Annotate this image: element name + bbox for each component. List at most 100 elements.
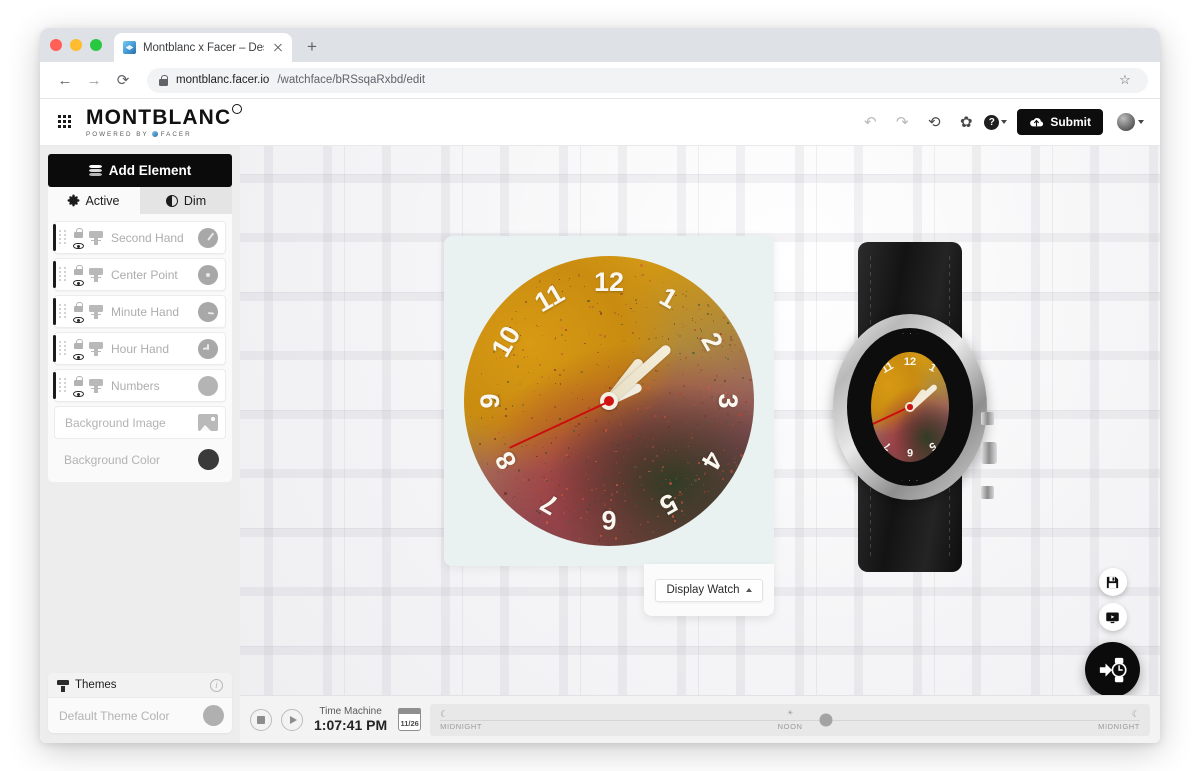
eye-icon	[73, 279, 84, 286]
settings-gear-icon[interactable]: ✿	[952, 108, 980, 136]
time-slider[interactable]: ☾ MIDNIGHT ☀ NOON ☾ MIDNIGHT	[430, 703, 1150, 736]
browser-tab[interactable]: Montblanc x Facer – Design Con	[114, 33, 292, 62]
layer-list: Second Hand Center Point Minute Hand Hou…	[48, 214, 232, 482]
drag-handle-icon[interactable]	[59, 377, 67, 394]
minimize-window-button[interactable]	[70, 39, 82, 51]
calendar-button[interactable]: 11/26	[398, 708, 422, 731]
brand-subtitle: POWERED BY FACER	[86, 131, 242, 138]
lock-icon	[74, 227, 83, 238]
tab-dim[interactable]: Dim	[140, 187, 232, 214]
background-image-row[interactable]: Background Image	[54, 406, 226, 439]
slider-handle[interactable]	[819, 713, 833, 726]
time-machine-label: Time Machine	[319, 705, 382, 717]
submit-button[interactable]: Submit	[1017, 109, 1103, 135]
color-swatch[interactable]	[198, 449, 219, 470]
layer-row-center-point[interactable]: Center Point	[53, 258, 226, 291]
facer-logo-icon	[151, 131, 158, 137]
layer-row-minute-hand[interactable]: Minute Hand	[53, 295, 226, 328]
lock-visibility-group[interactable]	[71, 264, 86, 286]
stop-button[interactable]	[250, 708, 272, 731]
eye-icon	[73, 390, 84, 397]
layer-mode-tabs: Active Dim	[48, 187, 232, 214]
new-tab-button[interactable]: +	[298, 33, 326, 61]
lock-icon	[74, 301, 83, 312]
forward-icon[interactable]: →	[81, 67, 107, 93]
sync-to-watch-button[interactable]	[1085, 642, 1140, 697]
brand-sub-pre: POWERED BY	[86, 130, 149, 138]
watch-pusher-top	[981, 412, 994, 425]
address-bar[interactable]: montblanc.facer.io/watchface/bRSsqaRxbd/…	[147, 67, 1148, 93]
redo-icon[interactable]: ↷	[888, 108, 916, 136]
watchface-preview[interactable]: 12 1 2 3 4 5 6 7 8 9 10 11	[464, 256, 754, 546]
save-icon	[1106, 576, 1119, 588]
time-machine-readout: Time Machine 1:07:41 PM	[314, 706, 387, 734]
default-theme-color-row[interactable]: Default Theme Color	[48, 698, 232, 733]
layer-label: Numbers	[111, 378, 160, 393]
app-body: Add Element Active Dim Second Hand Cente…	[40, 146, 1160, 743]
drag-handle-icon[interactable]	[59, 303, 67, 320]
layer-row-hour-hand[interactable]: Hour Hand	[53, 332, 226, 365]
background-color-row[interactable]: Background Color	[54, 443, 226, 476]
drag-handle-icon[interactable]	[59, 229, 67, 246]
theme-brush-icon	[89, 378, 103, 393]
apps-grid-icon[interactable]	[58, 115, 72, 129]
avatar	[1117, 113, 1135, 131]
lock-visibility-group[interactable]	[71, 338, 86, 360]
moon-icon-left: ☾	[440, 708, 449, 719]
display-watch-button[interactable]: Display Watch	[655, 578, 763, 602]
save-button[interactable]	[1098, 568, 1127, 596]
history-icon[interactable]: ⟲	[920, 108, 948, 136]
play-button[interactable]	[281, 708, 303, 731]
undo-icon[interactable]: ↶	[856, 108, 884, 136]
info-icon[interactable]: i	[210, 678, 223, 692]
time-machine-bar: Time Machine 1:07:41 PM 11/26 ☾ MIDNIGHT…	[240, 695, 1160, 743]
watchface-editor-card[interactable]: 12 1 2 3 4 5 6 7 8 9 10 11	[444, 236, 774, 566]
reload-icon[interactable]: ⟳	[110, 67, 136, 93]
sync-watch-icon	[1099, 657, 1127, 682]
design-canvas[interactable]: 121234567891011 Display Watch	[240, 146, 1160, 743]
favicon-icon	[123, 41, 136, 54]
lock-visibility-group[interactable]	[71, 375, 86, 397]
themes-title: Themes	[75, 679, 117, 691]
default-theme-swatch[interactable]	[203, 705, 224, 726]
lock-icon	[74, 338, 83, 349]
tab-active-label: Active	[85, 193, 120, 208]
slider-label-left: MIDNIGHT	[440, 721, 483, 731]
watch-render-preview[interactable]: 121234567891011	[827, 242, 997, 572]
theme-brush-icon	[89, 341, 103, 356]
drag-handle-icon[interactable]	[59, 266, 67, 283]
chevron-down-icon	[1138, 120, 1144, 124]
account-menu[interactable]	[1117, 113, 1144, 131]
bookmark-star-icon[interactable]: ☆	[1114, 69, 1136, 91]
maximize-window-button[interactable]	[90, 39, 102, 51]
time-machine-time: 1:07:41 PM	[314, 717, 388, 734]
add-element-button[interactable]: Add Element	[48, 154, 232, 187]
layer-label: Center Point	[111, 267, 178, 282]
chevron-up-icon	[745, 588, 752, 592]
layer-row-numbers[interactable]: Numbers	[53, 369, 226, 402]
back-icon[interactable]: ←	[52, 67, 78, 93]
lock-visibility-group[interactable]	[71, 301, 86, 323]
app-header: MONTBLANC POWERED BY FACER ↶ ↷ ⟲ ✿ ? Sub	[40, 99, 1160, 146]
browser-toolbar: ← → ⟳ montblanc.facer.io/watchface/bRSsq…	[40, 62, 1160, 99]
display-watch-label: Display Watch	[666, 584, 740, 596]
calendar-date: 11/26	[400, 718, 419, 728]
drag-handle-icon[interactable]	[59, 340, 67, 357]
watch-pusher-bottom	[981, 486, 994, 499]
close-tab-icon[interactable]	[271, 41, 285, 55]
lock-icon	[159, 74, 168, 86]
preview-button[interactable]	[1098, 603, 1127, 631]
close-window-button[interactable]	[50, 39, 62, 51]
background-image-label: Background Image	[65, 415, 166, 430]
add-element-label: Add Element	[108, 163, 192, 178]
tab-active[interactable]: Active	[48, 187, 140, 214]
chevron-down-icon	[1001, 120, 1008, 124]
lock-visibility-group[interactable]	[71, 227, 86, 249]
background-color-label: Background Color	[64, 452, 161, 467]
brand-logo[interactable]: MONTBLANC POWERED BY FACER	[86, 103, 243, 138]
browser-tab-title: Montblanc x Facer – Design Con	[143, 41, 264, 54]
eye-icon	[73, 316, 84, 323]
help-menu-button[interactable]: ?	[984, 114, 1008, 130]
layer-row-second-hand[interactable]: Second Hand	[53, 221, 226, 254]
layers-panel: Active Dim Second Hand Center Point Minu…	[48, 187, 232, 482]
